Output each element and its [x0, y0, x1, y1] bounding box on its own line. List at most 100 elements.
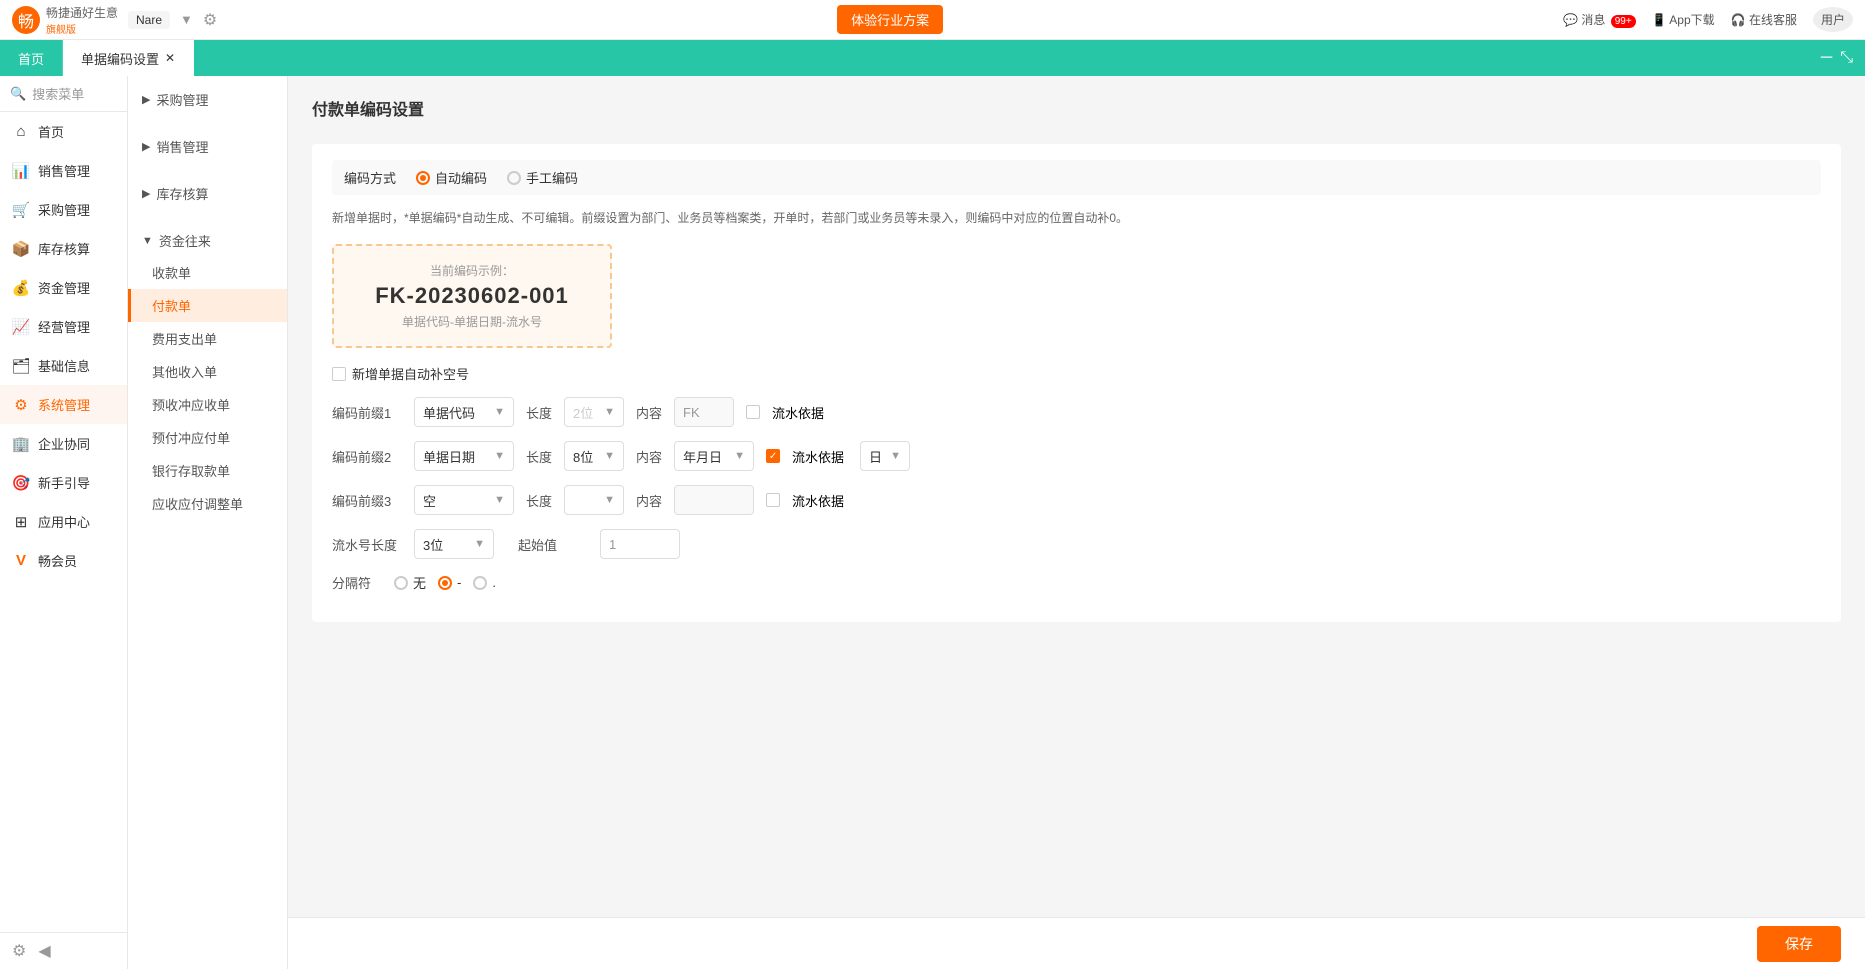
sub-group-purchase-title[interactable]: ▶ 采购管理	[128, 84, 287, 115]
length1-select[interactable]: 2位 ▼	[564, 397, 624, 427]
tab-encoding-label: 单据编码设置	[81, 49, 159, 68]
chevron-down-icon[interactable]: ▼	[180, 12, 193, 27]
separator-label: 分隔符	[332, 573, 382, 592]
sub-item-receivable-adjustment[interactable]: 应收应付调整单	[128, 487, 287, 520]
tab-home[interactable]: 首页	[0, 40, 63, 76]
headset-icon: 🎧	[1731, 13, 1746, 27]
length3-chevron: ▼	[604, 494, 615, 506]
sidebar-item-guide[interactable]: 🎯 新手引导	[0, 463, 127, 502]
sub-item-payment[interactable]: 付款单	[128, 289, 287, 322]
footer-bar: 保存	[288, 917, 1865, 969]
tab-close-icon[interactable]: ✕	[165, 51, 175, 65]
minimize-icon[interactable]: ─	[1821, 49, 1832, 67]
sub-group-capital: ▼ 资金往来 收款单 付款单 费用支出单 其他收入单 预收冲应收单 预付冲应付单…	[128, 217, 287, 528]
sidebar-item-app-center[interactable]: ⊞ 应用中心	[0, 502, 127, 541]
sidebar-item-member[interactable]: V 畅会员	[0, 541, 127, 580]
sidebar-settings-icon[interactable]: ⚙	[12, 941, 26, 961]
manual-encode-radio[interactable]: 手工编码	[507, 168, 578, 187]
length1-label: 长度	[526, 403, 552, 422]
stream2-checkbox[interactable]: ✓	[766, 449, 780, 463]
sidebar-collapse-icon[interactable]: ◀	[38, 941, 50, 961]
stream3-checkbox[interactable]	[766, 493, 780, 507]
sidebar-item-finance[interactable]: 💰 资金管理	[0, 268, 127, 307]
auto-encode-radio[interactable]: 自动编码	[416, 168, 487, 187]
sep-dash-dot	[438, 576, 452, 590]
length2-select[interactable]: 8位 ▼	[564, 441, 624, 471]
sub-item-advance-collection[interactable]: 预收冲应收单	[128, 388, 287, 421]
sub-group-capital-title[interactable]: ▼ 资金往来	[128, 225, 287, 256]
prefix3-chevron: ▼	[494, 494, 505, 506]
search-menu[interactable]: 🔍 搜索菜单	[0, 76, 127, 112]
sub-item-other-income[interactable]: 其他收入单	[128, 355, 287, 388]
sidebar-item-inventory[interactable]: 📦 库存核算	[0, 229, 127, 268]
sales-icon: 📊	[12, 162, 30, 180]
prefix2-select[interactable]: 单据日期 ▼	[414, 441, 514, 471]
save-button[interactable]: 保存	[1757, 926, 1841, 962]
content2-chevron: ▼	[734, 450, 745, 462]
sidebar-item-basic-info[interactable]: 🗂 基础信息	[0, 346, 127, 385]
prefix-row-3: 编码前缀3 空 ▼ 长度 ▼ 内容 流水依据	[332, 485, 1821, 515]
auto-fill-row: 新增单据自动补空号	[332, 364, 1821, 383]
sub-group-inventory-title[interactable]: ▶ 库存核算	[128, 178, 287, 209]
encoding-method-group: 编码方式 自动编码 手工编码	[332, 160, 1821, 195]
sidebar-item-sales[interactable]: 📊 销售管理	[0, 151, 127, 190]
stream1-label: 流水依据	[772, 403, 824, 422]
sidebar-item-system[interactable]: ⚙ 系统管理	[0, 385, 127, 424]
prefix1-select[interactable]: 单据代码 ▼	[414, 397, 514, 427]
sub-item-advance-payment[interactable]: 预付冲应付单	[128, 421, 287, 454]
maximize-icon[interactable]: ⤡	[1840, 49, 1853, 67]
preview-code: FK-20230602-001	[358, 283, 586, 309]
sep-dot-dot	[473, 576, 487, 590]
stream3-label: 流水依据	[792, 491, 844, 510]
sep-dot-radio[interactable]: .	[473, 575, 496, 590]
prefix2-label: 编码前缀2	[332, 447, 402, 466]
logo-text: 畅捷通好生意 旗舰版	[46, 4, 118, 36]
sep-none-dot	[394, 576, 408, 590]
sep-dash-radio[interactable]: -	[438, 575, 461, 590]
purchase-icon: 🛒	[12, 201, 30, 219]
chevron-right-icon3: ▶	[142, 187, 150, 200]
top-bar: 畅 畅捷通好生意 旗舰版 Nare ▼ ⚙ 体验行业方案 💬 消息 99+ 📱 …	[0, 0, 1865, 40]
auto-fill-checkbox[interactable]	[332, 367, 346, 381]
sidebar-item-home[interactable]: ⌂ 首页	[0, 112, 127, 151]
sidebar-item-enterprise[interactable]: 🏢 企业协同	[0, 424, 127, 463]
nav-tabs: 首页 单据编码设置 ✕ ─ ⤡	[0, 40, 1865, 76]
start-value-label: 起始值	[518, 535, 588, 554]
prefix3-select[interactable]: 空 ▼	[414, 485, 514, 515]
online-support-link[interactable]: 🎧 在线客服	[1731, 11, 1797, 28]
start-value-input[interactable]: 1	[600, 529, 680, 559]
app-download-link[interactable]: 📱 App下载	[1652, 11, 1715, 28]
top-bar-right: 💬 消息 99+ 📱 App下载 🎧 在线客服 用户	[1563, 7, 1853, 32]
sidebar-item-purchase-label: 采购管理	[38, 200, 90, 219]
content2-select[interactable]: 年月日 ▼	[674, 441, 754, 471]
serial-length-select[interactable]: 3位 ▼	[414, 529, 494, 559]
sidebar-item-basic-info-label: 基础信息	[38, 356, 90, 375]
length3-select[interactable]: ▼	[564, 485, 624, 515]
sep-none-radio[interactable]: 无	[394, 573, 426, 592]
user-avatar[interactable]: 用户	[1813, 7, 1853, 32]
sub-sidebar: ▶ 采购管理 ▶ 销售管理 ▶ 库存核算 ▼ 资金往来 收款单 付款单 费用支出…	[128, 76, 288, 969]
finance-icon: 💰	[12, 279, 30, 297]
sidebar-item-operations[interactable]: 📈 经营管理	[0, 307, 127, 346]
content3-label: 内容	[636, 491, 662, 510]
download-icon: 📱	[1652, 13, 1667, 27]
stream1-checkbox[interactable]	[746, 405, 760, 419]
sub-item-expense[interactable]: 费用支出单	[128, 322, 287, 355]
messages-link[interactable]: 💬 消息 99+	[1563, 11, 1636, 28]
sidebar-bottom: ⚙ ◀	[0, 932, 127, 969]
sub-item-bank-deposit[interactable]: 银行存取款单	[128, 454, 287, 487]
tab-encoding-settings[interactable]: 单据编码设置 ✕	[63, 40, 194, 76]
length3-label: 长度	[526, 491, 552, 510]
stream2-unit-select[interactable]: 日 ▼	[860, 441, 910, 471]
sub-group-sales-title[interactable]: ▶ 销售管理	[128, 131, 287, 162]
serial-length-label: 流水号长度	[332, 535, 402, 554]
preview-box: 当前编码示例： FK-20230602-001 单据代码-单据日期-流水号	[332, 244, 612, 348]
sub-item-receipt[interactable]: 收款单	[128, 256, 287, 289]
trial-button[interactable]: 体验行业方案	[837, 5, 943, 34]
sidebar-item-purchase[interactable]: 🛒 采购管理	[0, 190, 127, 229]
settings-icon[interactable]: ⚙	[203, 10, 217, 30]
app-logo: 畅 畅捷通好生意 旗舰版	[12, 4, 118, 36]
sidebar-item-home-label: 首页	[38, 122, 64, 141]
sidebar-item-enterprise-label: 企业协同	[38, 434, 90, 453]
prefix-row-1: 编码前缀1 单据代码 ▼ 长度 2位 ▼ 内容 FK 流水依据	[332, 397, 1821, 427]
